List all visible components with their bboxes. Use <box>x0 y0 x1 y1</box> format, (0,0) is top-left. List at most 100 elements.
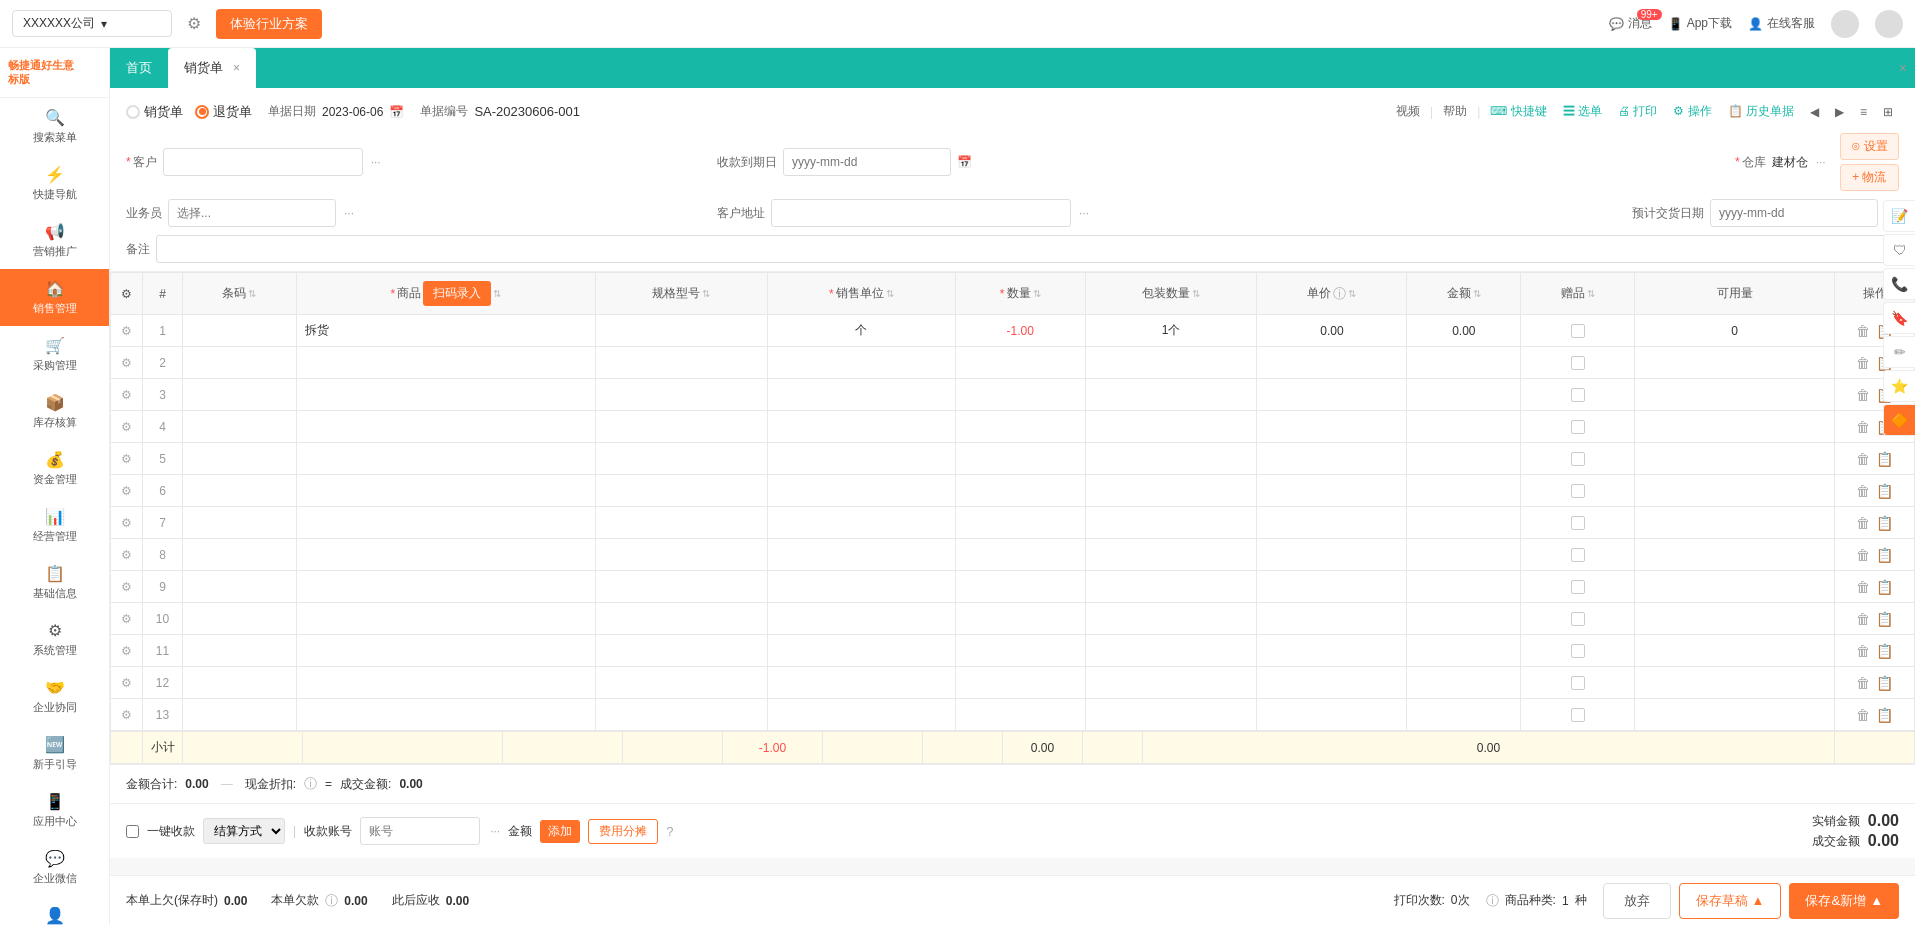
salesman-input[interactable] <box>168 199 336 227</box>
date-picker-icon[interactable]: 📅 <box>389 105 404 119</box>
gift-checkbox[interactable] <box>1571 516 1585 530</box>
copy-row-icon[interactable]: 📋 <box>1876 515 1893 531</box>
customer-dots[interactable]: ··· <box>371 155 381 169</box>
gift-checkbox[interactable] <box>1571 324 1585 338</box>
price-info-icon[interactable]: ⓘ <box>1333 285 1346 303</box>
addr-dots[interactable]: ··· <box>1079 206 1089 220</box>
logistics-btn[interactable]: + 物流 <box>1840 164 1899 191</box>
gift-checkbox[interactable] <box>1571 388 1585 402</box>
scan-button[interactable]: 扫码录入 <box>423 281 491 306</box>
delete-row-icon[interactable]: 🗑 <box>1856 611 1870 627</box>
sidebar-item-finance[interactable]: 💰 资金管理 <box>0 440 109 497</box>
delete-row-icon[interactable]: 🗑 <box>1856 707 1870 723</box>
gift-checkbox[interactable] <box>1571 644 1585 658</box>
copy-row-icon[interactable]: 📋 <box>1876 547 1893 563</box>
panel-note-icon[interactable]: 📝 <box>1883 200 1915 232</box>
row-settings-icon[interactable]: ⚙ <box>121 388 132 402</box>
expense-split-btn[interactable]: 费用分摊 <box>588 819 658 844</box>
payment-date-icon[interactable]: 📅 <box>957 155 972 169</box>
next-btn[interactable]: ▶ <box>1829 102 1850 122</box>
trial-button[interactable]: 体验行业方案 <box>216 9 322 39</box>
gift-checkbox[interactable] <box>1571 452 1585 466</box>
delete-row-icon[interactable]: 🗑 <box>1856 451 1870 467</box>
row-settings-icon[interactable]: ⚙ <box>121 484 132 498</box>
online-service-item[interactable]: 👤 在线客服 <box>1748 15 1815 32</box>
panel-phone-icon[interactable]: 📞 <box>1883 268 1915 300</box>
discount-info-icon[interactable]: ⓘ <box>304 775 317 793</box>
row-settings-icon[interactable]: ⚙ <box>121 612 132 626</box>
gift-checkbox[interactable] <box>1571 580 1585 594</box>
row-settings-icon[interactable]: ⚙ <box>121 644 132 658</box>
print-btn[interactable]: 🖨 打印 <box>1612 100 1663 123</box>
message-item[interactable]: 💬 消息 99+ <box>1609 15 1652 32</box>
row-settings-icon[interactable]: ⚙ <box>121 324 132 338</box>
delete-row-icon[interactable]: 🗑 <box>1856 547 1870 563</box>
customer-input[interactable] <box>163 148 363 176</box>
delete-row-icon[interactable]: 🗑 <box>1856 387 1870 403</box>
row-settings-icon[interactable]: ⚙ <box>121 420 132 434</box>
deficit-info-icon[interactable]: ⓘ <box>325 892 338 910</box>
account-input[interactable] <box>360 817 480 845</box>
copy-row-icon[interactable]: 📋 <box>1876 579 1893 595</box>
video-btn[interactable]: 视频 <box>1390 100 1426 123</box>
app-download-item[interactable]: 📱 App下载 <box>1668 15 1732 32</box>
sidebar-item-system[interactable]: ⚙ 系统管理 <box>0 611 109 668</box>
sidebar-item-wechat[interactable]: 💬 企业微信 <box>0 839 109 896</box>
sidebar-item-basic[interactable]: 📋 基础信息 <box>0 554 109 611</box>
payment-date-input[interactable] <box>783 148 951 176</box>
settings-btn[interactable]: ⊙ 设置 <box>1840 133 1899 160</box>
copy-row-icon[interactable]: 📋 <box>1876 611 1893 627</box>
panel-shield-icon[interactable]: 🛡 <box>1883 234 1915 266</box>
salesman-dots[interactable]: ··· <box>344 206 354 220</box>
save-draft-button[interactable]: 保存草稿 ▲ <box>1679 883 1782 919</box>
sidebar-item-collab[interactable]: 🤝 企业协同 <box>0 668 109 725</box>
row-settings-icon[interactable]: ⚙ <box>121 516 132 530</box>
delete-row-icon[interactable]: 🗑 <box>1856 643 1870 659</box>
delete-row-icon[interactable]: 🗑 <box>1856 355 1870 371</box>
shortcut-btn[interactable]: ⌨ 快捷键 <box>1484 100 1552 123</box>
delete-row-icon[interactable]: 🗑 <box>1856 579 1870 595</box>
gift-checkbox[interactable] <box>1571 676 1585 690</box>
row-settings-icon[interactable]: ⚙ <box>121 452 132 466</box>
select-order-btn[interactable]: ☰ 选单 <box>1557 100 1608 123</box>
product-type-icon[interactable]: ⓘ <box>1486 892 1499 910</box>
delete-row-icon[interactable]: 🗑 <box>1856 419 1870 435</box>
settings-icon[interactable]: ⚙ <box>180 10 208 38</box>
gift-checkbox[interactable] <box>1571 420 1585 434</box>
gift-checkbox[interactable] <box>1571 356 1585 370</box>
row-product[interactable]: 拆货 <box>296 315 595 347</box>
row-settings-icon[interactable]: ⚙ <box>121 676 132 690</box>
add-payment-btn[interactable]: 添加 <box>540 820 580 843</box>
user-avatar[interactable] <box>1831 10 1859 38</box>
copy-row-icon[interactable]: 📋 <box>1876 675 1893 691</box>
account-dots[interactable]: ··· <box>490 824 500 838</box>
help-btn[interactable]: 帮助 <box>1437 100 1473 123</box>
delete-row-icon[interactable]: 🗑 <box>1856 483 1870 499</box>
row-settings-icon[interactable]: ⚙ <box>121 580 132 594</box>
delete-row-icon[interactable]: 🗑 <box>1856 675 1870 691</box>
copy-row-icon[interactable]: 📋 <box>1876 707 1893 723</box>
save-draft-chevron[interactable]: ▲ <box>1752 893 1765 908</box>
sidebar-item-guide[interactable]: 🆕 新手引导 <box>0 725 109 782</box>
panel-bookmark-icon[interactable]: 🔖 <box>1883 302 1915 334</box>
note-input[interactable] <box>156 235 1899 263</box>
sale-order-radio[interactable]: 销货单 <box>126 103 183 121</box>
save-new-chevron[interactable]: ▲ <box>1870 893 1883 908</box>
panel-edit-icon[interactable]: ✏ <box>1883 336 1915 368</box>
delete-row-icon[interactable]: 🗑 <box>1856 515 1870 531</box>
copy-row-icon[interactable]: 📋 <box>1876 451 1893 467</box>
sidebar-item-purchase[interactable]: 🛒 采购管理 <box>0 326 109 383</box>
row-settings-icon[interactable]: ⚙ <box>121 708 132 722</box>
row-settings-icon[interactable]: ⚙ <box>121 548 132 562</box>
sidebar-item-apps[interactable]: 📱 应用中心 <box>0 782 109 839</box>
row-settings-icon[interactable]: ⚙ <box>121 356 132 370</box>
delete-row-icon[interactable]: 🗑 <box>1856 323 1870 339</box>
user-avatar2[interactable] <box>1875 10 1903 38</box>
sidebar-item-member[interactable]: 👤 畅会员 <box>0 896 109 925</box>
company-selector[interactable]: XXXXXX公司 ▾ <box>12 10 172 37</box>
sidebar-item-marketing[interactable]: 📢 营销推广 <box>0 212 109 269</box>
operate-btn[interactable]: ⚙ 操作 <box>1667 100 1717 123</box>
panel-active-icon[interactable]: 🔶 <box>1883 404 1915 436</box>
copy-row-icon[interactable]: 📋 <box>1876 643 1893 659</box>
panel-star-icon[interactable]: ⭐ <box>1883 370 1915 402</box>
